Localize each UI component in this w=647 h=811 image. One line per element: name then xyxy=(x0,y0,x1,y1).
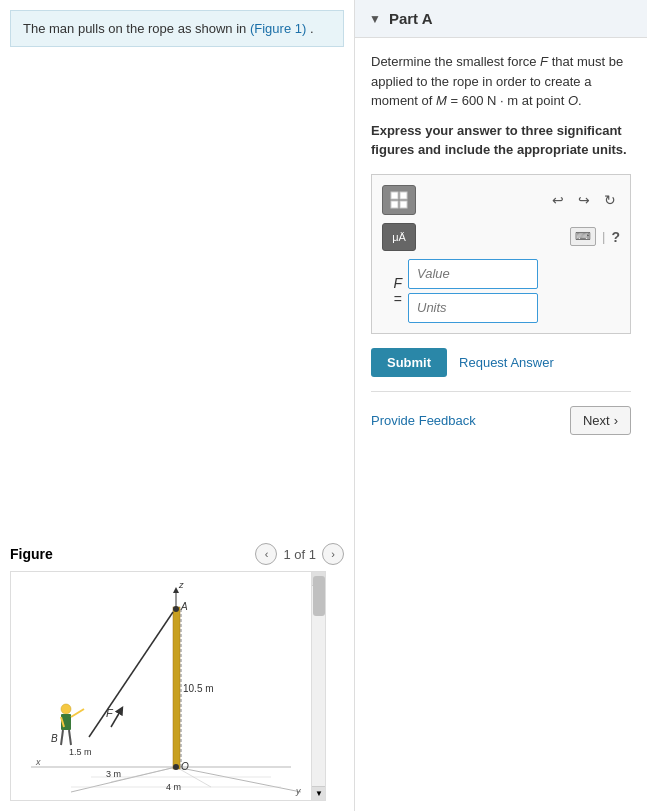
help-icon[interactable]: ? xyxy=(611,229,620,245)
svg-point-14 xyxy=(61,704,71,714)
grid-toolbar-button[interactable] xyxy=(382,185,416,215)
svg-line-17 xyxy=(69,730,71,745)
toolbar-row-2: μÄ ⌨ | ? xyxy=(382,223,620,251)
q-O-italic: O xyxy=(568,93,578,108)
pole xyxy=(173,607,180,769)
toolbar-row-1: ↩ ↪ ↻ xyxy=(382,185,620,215)
main-layout: The man pulls on the rope as shown in (F… xyxy=(0,0,647,811)
mu-label: μÄ xyxy=(392,231,406,243)
svg-text:F: F xyxy=(106,707,114,719)
svg-text:z: z xyxy=(178,580,184,590)
answer-box: ↩ ↪ ↻ μÄ ⌨ | ? F xyxy=(371,174,631,334)
toolbar-pipe: | xyxy=(602,229,605,244)
svg-rect-28 xyxy=(400,201,407,208)
svg-text:B: B xyxy=(51,733,58,744)
equals-sign: = xyxy=(394,291,402,307)
input-row: F = xyxy=(382,259,620,323)
problem-statement: The man pulls on the rope as shown in (F… xyxy=(10,10,344,47)
next-label: Next xyxy=(583,413,610,428)
question-text: Determine the smallest force F that must… xyxy=(371,52,631,111)
figure-nav: ‹ 1 of 1 › xyxy=(255,543,344,565)
figure-next-button[interactable]: › xyxy=(322,543,344,565)
figure-scrollbar-thumb[interactable] xyxy=(313,576,325,616)
svg-line-16 xyxy=(61,730,63,745)
submit-button[interactable]: Submit xyxy=(371,348,447,377)
q-M-italic: M xyxy=(436,93,447,108)
problem-text: The man pulls on the rope as shown in xyxy=(23,21,246,36)
figure-scrollbar[interactable]: ▲ ▼ xyxy=(311,572,325,800)
q-F-italic: F xyxy=(540,54,548,69)
svg-text:x: x xyxy=(35,757,41,767)
mu-button[interactable]: μÄ xyxy=(382,223,416,251)
part-content: Determine the smallest force F that must… xyxy=(355,38,647,391)
point-A xyxy=(173,606,179,612)
person-figure xyxy=(61,704,84,745)
part-header: ▼ Part A xyxy=(355,0,647,38)
q-text-end: . xyxy=(578,93,582,108)
instructions: Express your answer to three significant… xyxy=(371,121,631,160)
figure-section: Figure ‹ 1 of 1 › ▲ ▼ xyxy=(10,533,344,801)
svg-text:y: y xyxy=(295,786,301,796)
input-fields xyxy=(408,259,538,323)
collapse-icon[interactable]: ▼ xyxy=(369,12,381,26)
svg-text:3 m: 3 m xyxy=(106,769,121,779)
svg-line-18 xyxy=(71,709,84,717)
svg-rect-25 xyxy=(391,192,398,199)
figure-header: Figure ‹ 1 of 1 › xyxy=(10,543,344,565)
point-O xyxy=(173,764,179,770)
figure-prev-button[interactable]: ‹ xyxy=(255,543,277,565)
next-chevron-icon: › xyxy=(614,413,618,428)
figure-link[interactable]: (Figure 1) xyxy=(250,21,306,36)
refresh-button[interactable]: ↻ xyxy=(600,190,620,210)
left-panel: The man pulls on the rope as shown in (F… xyxy=(0,0,355,811)
svg-text:10.5 m: 10.5 m xyxy=(183,683,214,694)
undo-button[interactable]: ↩ xyxy=(548,190,568,210)
redo-button[interactable]: ↪ xyxy=(574,190,594,210)
figure-scroll-down-button[interactable]: ▼ xyxy=(312,786,326,800)
buttons-row: Submit Request Answer xyxy=(371,348,631,377)
grid-icon xyxy=(390,191,408,209)
svg-text:4 m: 4 m xyxy=(166,782,181,792)
f-label: F xyxy=(382,275,402,291)
rope xyxy=(89,612,173,737)
problem-text-end: . xyxy=(310,21,314,36)
request-answer-link[interactable]: Request Answer xyxy=(459,355,554,370)
units-input[interactable] xyxy=(408,293,538,323)
svg-text:O: O xyxy=(181,761,189,772)
svg-text:1.5 m: 1.5 m xyxy=(69,747,92,757)
figure-title: Figure xyxy=(10,546,53,562)
part-title: Part A xyxy=(389,10,433,27)
svg-line-1 xyxy=(176,767,301,792)
figure-page-indicator: 1 of 1 xyxy=(283,547,316,562)
figure-svg: y x z A F xyxy=(11,572,313,801)
provide-feedback-link[interactable]: Provide Feedback xyxy=(371,413,476,428)
q-text1: Determine the smallest force xyxy=(371,54,540,69)
footer-row: Provide Feedback Next › xyxy=(355,392,647,445)
right-panel: ▼ Part A Determine the smallest force F … xyxy=(355,0,647,811)
svg-rect-26 xyxy=(400,192,407,199)
next-button[interactable]: Next › xyxy=(570,406,631,435)
keyboard-icon: ⌨ xyxy=(570,227,596,246)
svg-rect-27 xyxy=(391,201,398,208)
figure-image: ▲ ▼ xyxy=(10,571,326,801)
input-label-area: F = xyxy=(382,275,402,307)
value-input[interactable] xyxy=(408,259,538,289)
q-text3: = 600 N · m at point xyxy=(447,93,568,108)
